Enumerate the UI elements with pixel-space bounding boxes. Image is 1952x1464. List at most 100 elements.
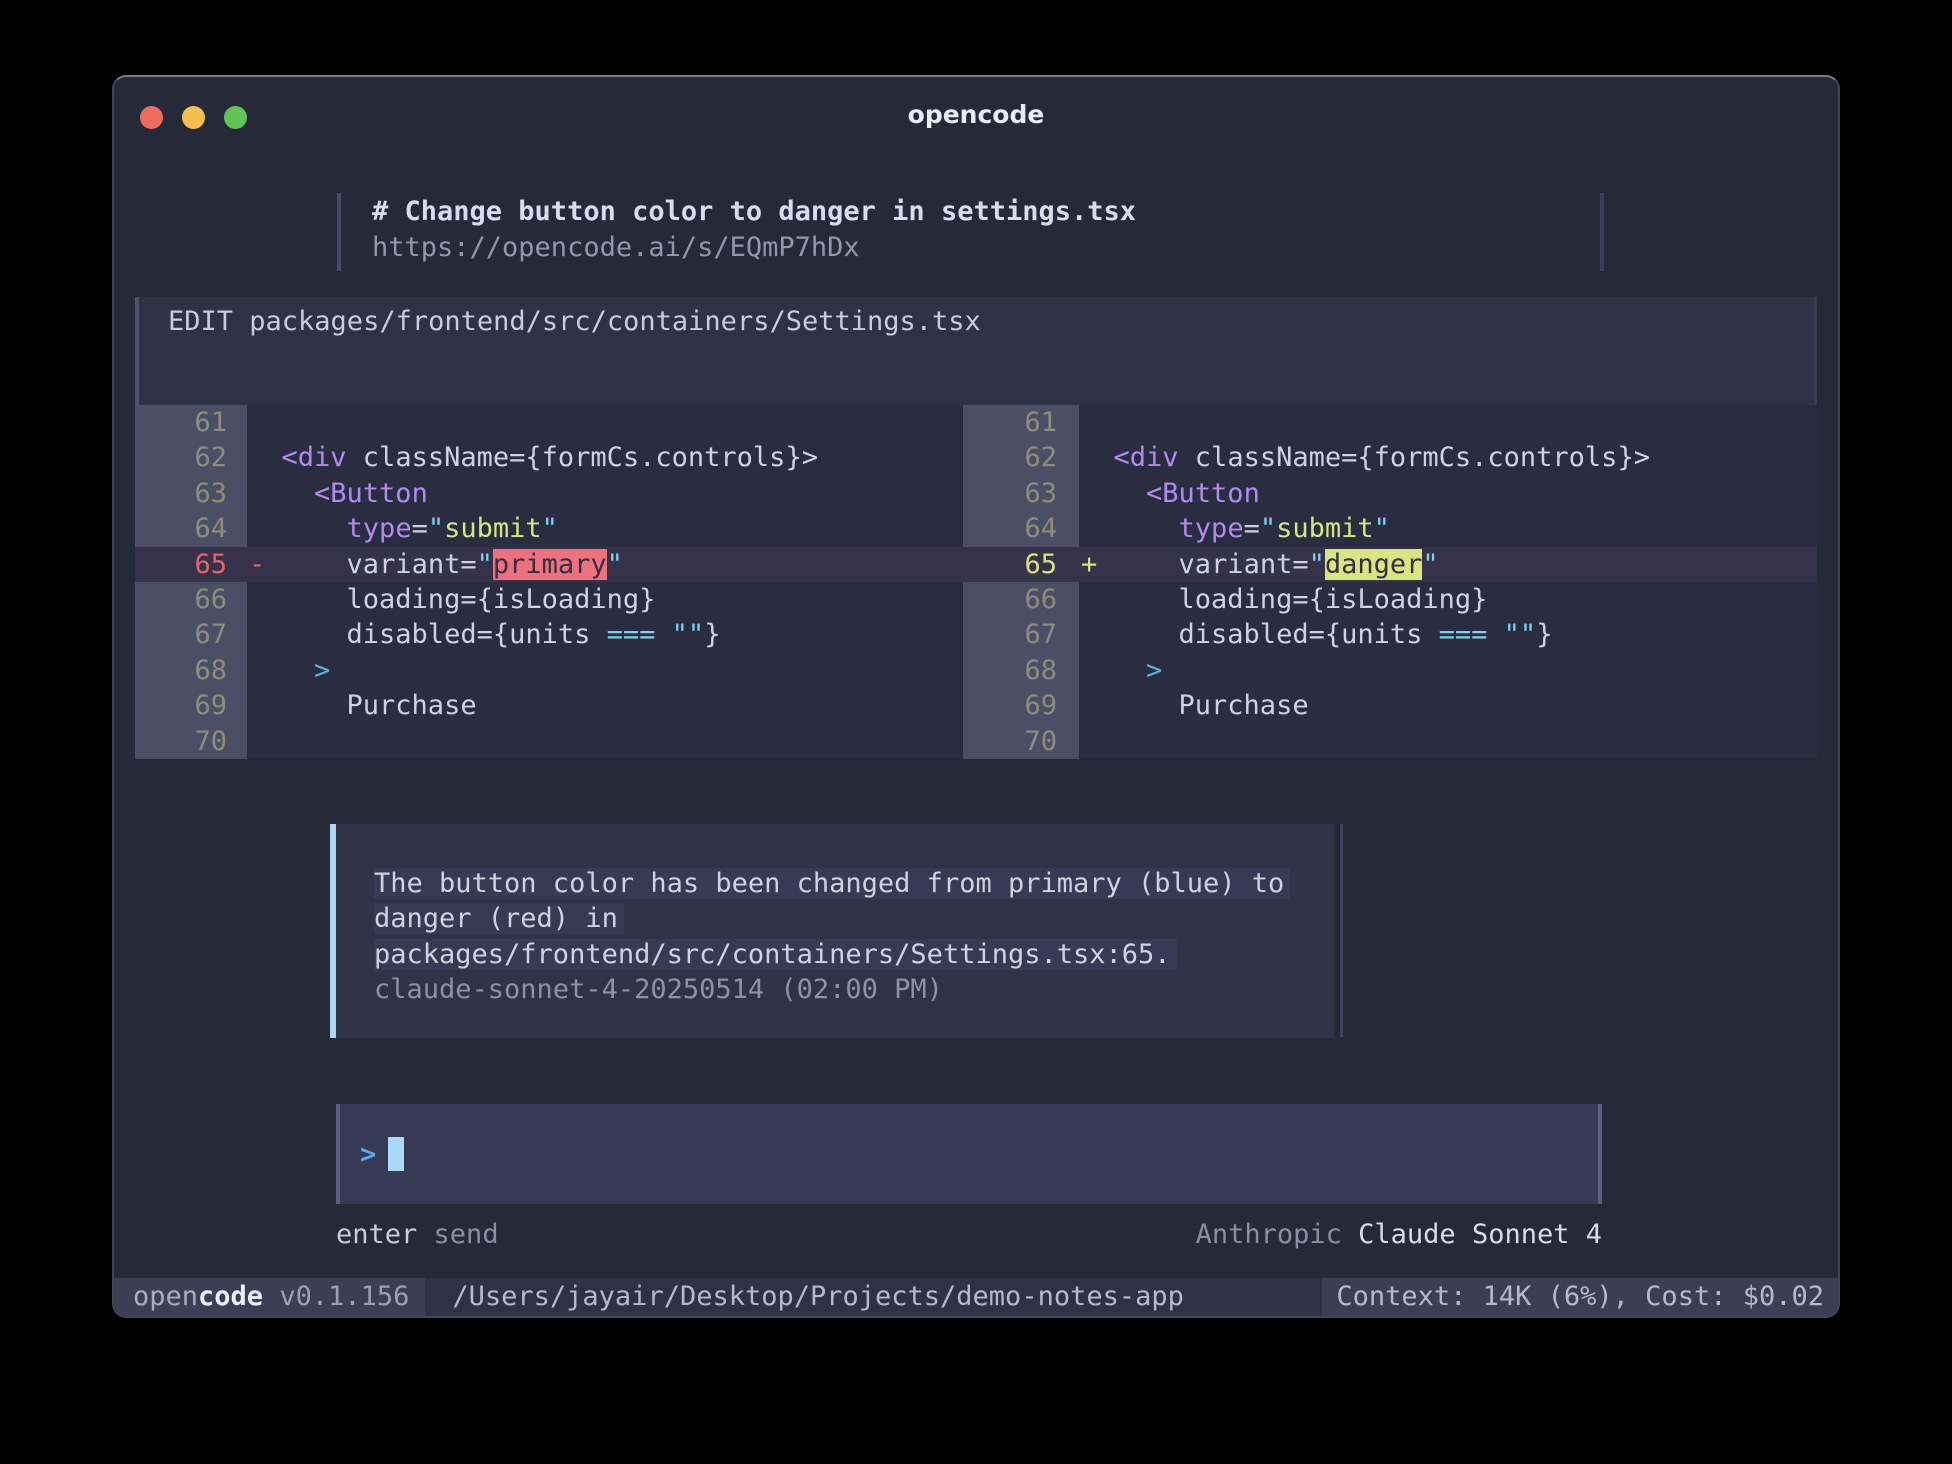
code-token [249,478,314,509]
enter-key-label: enter [336,1219,417,1250]
code-line [1079,405,1817,440]
code-line: type="submit" [1079,511,1817,546]
code-token: "" [1504,619,1537,650]
line-number: 64 [963,511,1079,546]
code-token: " [1260,513,1276,544]
send-label: send [434,1219,499,1250]
code-token: type [347,513,412,544]
code-token: submit [444,513,542,544]
app-version: v0.1.156 [279,1281,409,1312]
session-header-right-bar [1600,193,1604,271]
code-token: primary [493,549,607,580]
message-text: claude-sonnet-4-20250514 (02:00 PM) [374,974,943,1005]
code-token: <Button [314,478,428,509]
code-token: Purchase [249,690,477,721]
session-header-left-bar [337,193,341,271]
message-body: The button color has been changed from p… [336,824,1334,1038]
code-token [249,513,347,544]
code-token [655,619,671,650]
message-text-line: danger (red) in [374,901,1334,936]
diff-row: 68 > [135,653,963,688]
status-bar: opencode v0.1.156 /Users/jayair/Desktop/… [114,1278,1838,1316]
version-spacer [263,1281,279,1312]
line-number: 61 [135,405,247,440]
message-text: packages/frontend/src/containers/Setting… [374,939,1171,970]
code-token: variant= [1097,549,1308,580]
diff-row: 65+ variant="danger" [963,547,1817,582]
code-token: " [477,549,493,580]
diff-row: 62 <div className={formCs.controls}> [135,440,963,475]
code-token: loading={isLoading} [249,584,655,615]
code-line: - variant="primary" [247,547,963,582]
diff-row: 69 Purchase [963,688,1817,723]
code-token: submit [1276,513,1374,544]
session-header: # Change button color to danger in setti… [114,193,1838,271]
line-number: 62 [135,440,247,475]
diff-row: 66 loading={isLoading} [963,582,1817,617]
share-url[interactable]: https://opencode.ai/s/EQmP7hDx [372,232,860,263]
code-token: " [1374,513,1390,544]
diff-pane-after: 6162 <div className={formCs.controls}>63… [963,405,1817,759]
code-token: = [1244,513,1260,544]
line-number: 61 [963,405,1079,440]
code-token [1487,619,1503,650]
diff-row: 61 [963,405,1817,440]
code-token: className={formCs.controls}> [1179,442,1650,473]
line-number: 66 [135,582,247,617]
prompt-chevron-icon: > [360,1139,376,1170]
code-token: disabled={units [249,619,607,650]
code-line: > [247,653,963,688]
line-number: 70 [963,724,1079,759]
edit-tool-panel: EDIT packages/frontend/src/containers/Se… [135,297,1817,759]
code-line: disabled={units === ""} [1079,617,1817,652]
diff-row: 67 disabled={units === ""} [135,617,963,652]
code-token: Purchase [1081,690,1309,721]
code-line [247,724,963,759]
message-right-border [1340,824,1343,1037]
diff-row: 62 <div className={formCs.controls}> [963,440,1817,475]
code-token: > [314,655,330,686]
diff: 6162 <div className={formCs.controls}>63… [135,405,1817,759]
line-number: 63 [135,476,247,511]
code-token: === [1439,619,1488,650]
code-token: === [607,619,656,650]
usage-segment: Context: 14K (6%), Cost: $0.02 [1322,1278,1838,1316]
diff-row: 70 [135,724,963,759]
code-line: <Button [247,476,963,511]
hints-row: enter send Anthropic Claude Sonnet 4 [336,1217,1602,1252]
code-line: <div className={formCs.controls}> [247,440,963,475]
line-number: 65 [135,547,247,582]
desktop: opencode # Change button color to danger… [0,0,1952,1464]
code-token: " [1422,549,1438,580]
code-line: Purchase [247,688,963,723]
code-token [1081,655,1146,686]
code-token: disabled={units [1081,619,1439,650]
code-token: " [428,513,444,544]
app-name-open: open [133,1281,198,1312]
code-token: <Button [1146,478,1260,509]
code-token: } [1536,619,1552,650]
code-token: danger [1325,549,1423,580]
code-line: type="submit" [247,511,963,546]
code-line: > [1079,653,1817,688]
diff-row: 69 Purchase [135,688,963,723]
assistant-message: The button color has been changed from p… [330,824,1334,1038]
diff-row: 63 <Button [135,476,963,511]
code-token: " [607,549,623,580]
diff-row: 64 type="submit" [963,511,1817,546]
code-line: Purchase [1079,688,1817,723]
working-directory: /Users/jayair/Desktop/Projects/demo-note… [452,1281,1184,1312]
diff-row: 68 > [963,653,1817,688]
line-number: 69 [135,688,247,723]
code-line: <Button [1079,476,1817,511]
prompt-input[interactable]: > [336,1104,1602,1204]
message-text: The button color has been changed from p… [374,868,1284,899]
code-token: " [542,513,558,544]
code-token: className={formCs.controls}> [347,442,818,473]
code-token: <div [282,442,347,473]
line-number: 68 [135,653,247,688]
line-number: 62 [963,440,1079,475]
message-meta: claude-sonnet-4-20250514 (02:00 PM) [374,972,1334,1007]
code-token: "" [672,619,705,650]
code-token [1081,442,1114,473]
